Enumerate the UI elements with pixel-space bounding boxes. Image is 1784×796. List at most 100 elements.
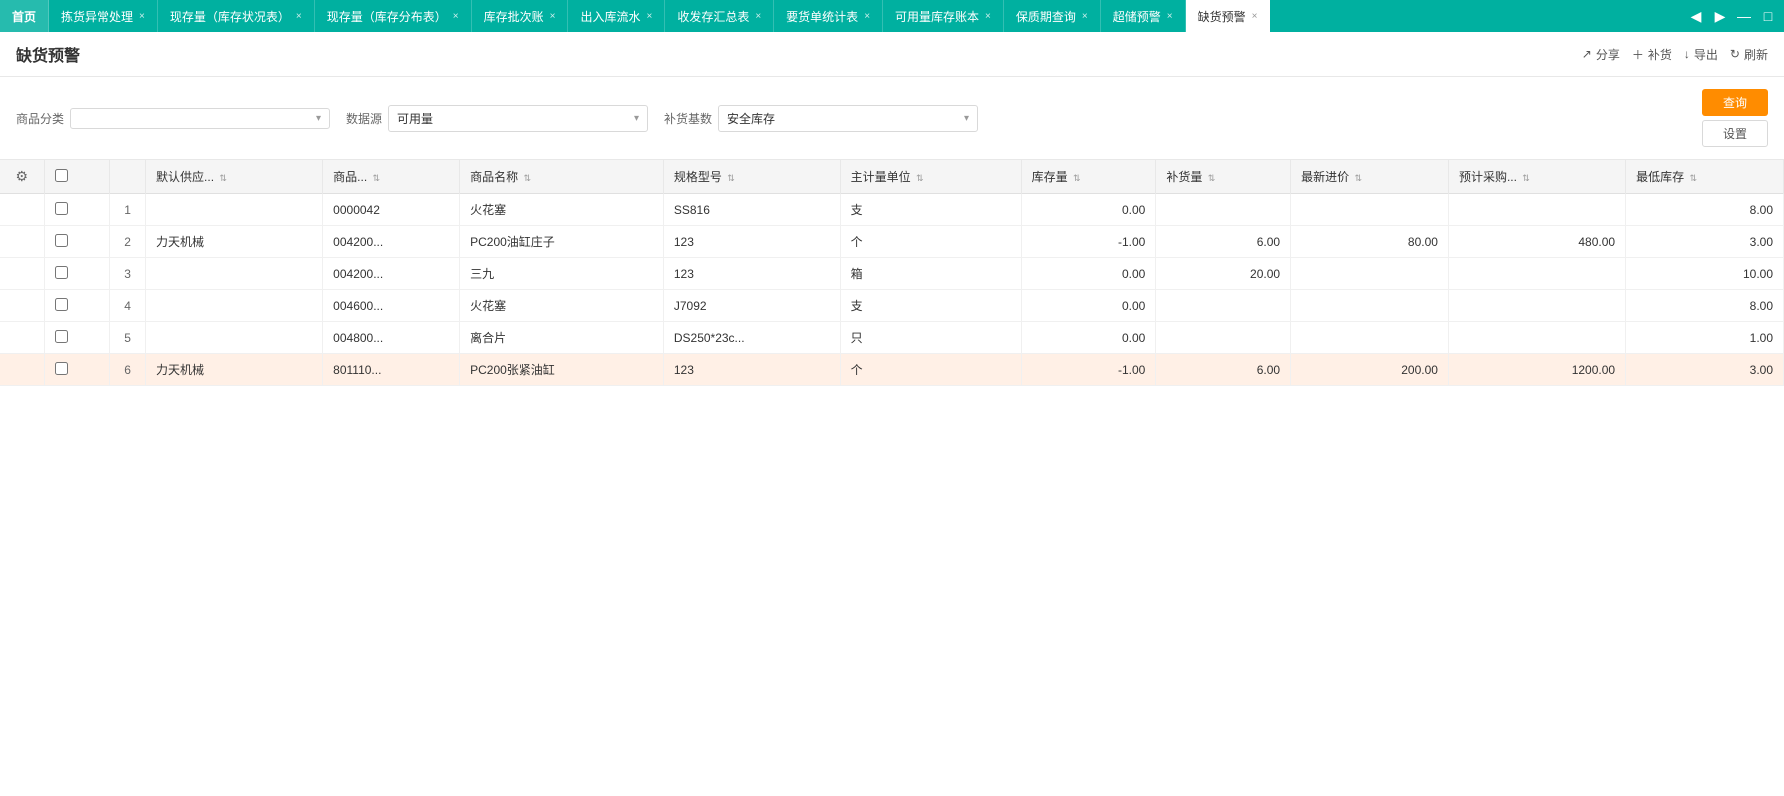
row-checkbox-cell[interactable] — [44, 290, 110, 322]
nav-tab-shortage-warning-close[interactable]: × — [1252, 11, 1258, 22]
refresh-button[interactable]: ↻ 刷新 — [1730, 46, 1768, 63]
th-replenish-qty-label: 补货量 — [1166, 170, 1202, 184]
nav-maximize-button[interactable]: □ — [1756, 4, 1780, 28]
th-est-purchase[interactable]: 预计采购... ⇅ — [1448, 160, 1625, 194]
nav-tab-inventory-dist-close[interactable]: × — [453, 11, 459, 22]
row-checkbox[interactable] — [55, 298, 68, 311]
row-checkbox-cell[interactable] — [44, 322, 110, 354]
row-min-stock: 3.00 — [1626, 354, 1784, 386]
category-filter: 商品分类 ▾ — [16, 108, 330, 129]
nav-tab-abnormal[interactable]: 拣货异常处理 × — [49, 0, 158, 32]
replenish-button[interactable]: ＋ 补货 — [1632, 46, 1672, 63]
nav-tab-expiry-query-close[interactable]: × — [1082, 11, 1088, 22]
row-latest-price — [1291, 290, 1449, 322]
sort-icon-replenish: ⇅ — [1208, 173, 1216, 183]
th-replenish-qty[interactable]: 补货量 ⇅ — [1156, 160, 1291, 194]
th-checkbox — [44, 160, 110, 194]
row-checkbox-cell[interactable] — [44, 226, 110, 258]
nav-tab-requisition-stats[interactable]: 要货单统计表 × — [774, 0, 883, 32]
table-header-row: ⚙ 默认供应... ⇅ 商品... ⇅ 商品名称 — [0, 160, 1784, 194]
category-select[interactable]: ▾ — [70, 108, 330, 129]
th-unit-label: 主计量单位 — [851, 170, 911, 184]
share-icon: ↗ — [1582, 47, 1592, 61]
row-gear-cell — [0, 322, 44, 354]
nav-next-button[interactable]: ▶ — [1708, 4, 1732, 28]
th-product-name[interactable]: 商品名称 ⇅ — [460, 160, 664, 194]
nav-controls: ◀ ▶ — □ — [1684, 4, 1784, 28]
row-stock-qty: -1.00 — [1021, 354, 1156, 386]
datasource-select[interactable]: 可用量 ▾ — [388, 105, 648, 132]
gear-icon[interactable]: ⚙ — [15, 168, 28, 184]
nav-tab-batch-account[interactable]: 库存批次账 × — [472, 0, 569, 32]
row-checkbox[interactable] — [55, 330, 68, 343]
nav-tab-overstock-warning[interactable]: 超储预警 × — [1101, 0, 1186, 32]
row-product-code: 004200... — [323, 258, 460, 290]
nav-tab-inventory-status[interactable]: 现存量（库存状况表） × — [158, 0, 315, 32]
row-min-stock: 3.00 — [1626, 226, 1784, 258]
query-button[interactable]: 查询 — [1702, 89, 1768, 116]
row-checkbox[interactable] — [55, 234, 68, 247]
header-actions: ↗ 分享 ＋ 补货 ↓ 导出 ↻ 刷新 — [1582, 46, 1768, 63]
row-number: 6 — [110, 354, 146, 386]
replenish-base-select[interactable]: 安全库存 ▾ — [718, 105, 978, 132]
row-replenish-qty — [1156, 322, 1291, 354]
th-unit[interactable]: 主计量单位 ⇅ — [840, 160, 1021, 194]
nav-tab-inout-flow-close[interactable]: × — [646, 11, 652, 22]
th-spec-label: 规格型号 — [674, 170, 722, 184]
nav-tab-receive-summary-close[interactable]: × — [755, 11, 761, 22]
row-replenish-qty: 6.00 — [1156, 354, 1291, 386]
row-unit: 只 — [840, 322, 1021, 354]
row-checkbox-cell[interactable] — [44, 258, 110, 290]
nav-tab-inventory-status-close[interactable]: × — [296, 11, 302, 22]
datasource-chevron-icon: ▾ — [634, 113, 639, 124]
nav-tab-receive-summary-label: 收发存汇总表 — [677, 8, 749, 25]
nav-tab-inout-flow[interactable]: 出入库流水 × — [568, 0, 665, 32]
nav-minimize-button[interactable]: — — [1732, 4, 1756, 28]
row-checkbox[interactable] — [55, 202, 68, 215]
nav-tab-overstock-warning-close[interactable]: × — [1167, 11, 1173, 22]
row-stock-qty: -1.00 — [1021, 226, 1156, 258]
nav-tab-receive-summary[interactable]: 收发存汇总表 × — [665, 0, 774, 32]
row-checkbox[interactable] — [55, 266, 68, 279]
nav-tab-available-ledger[interactable]: 可用量库存账本 × — [883, 0, 1004, 32]
replenish-label: 补货 — [1648, 46, 1672, 63]
settings-button[interactable]: 设置 — [1702, 120, 1768, 147]
th-stock-qty[interactable]: 库存量 ⇅ — [1021, 160, 1156, 194]
th-product-code[interactable]: 商品... ⇅ — [323, 160, 460, 194]
nav-tab-abnormal-close[interactable]: × — [139, 11, 145, 22]
th-default-supplier[interactable]: 默认供应... ⇅ — [146, 160, 323, 194]
nav-tab-expiry-query[interactable]: 保质期查询 × — [1004, 0, 1101, 32]
row-est-purchase: 480.00 — [1448, 226, 1625, 258]
select-all-checkbox[interactable] — [55, 169, 68, 182]
th-min-stock[interactable]: 最低库存 ⇅ — [1626, 160, 1784, 194]
th-settings[interactable]: ⚙ — [0, 160, 44, 194]
row-checkbox-cell[interactable] — [44, 194, 110, 226]
share-button[interactable]: ↗ 分享 — [1582, 46, 1620, 63]
nav-tab-requisition-stats-close[interactable]: × — [864, 11, 870, 22]
replenish-base-select-value: 安全库存 — [727, 110, 775, 127]
row-default-supplier — [146, 258, 323, 290]
nav-tab-inventory-dist[interactable]: 现存量（库存分布表） × — [315, 0, 472, 32]
th-latest-price-label: 最新进价 — [1301, 170, 1349, 184]
row-product-name: 火花塞 — [460, 290, 664, 322]
row-product-code: 801110... — [323, 354, 460, 386]
nav-tab-available-ledger-label: 可用量库存账本 — [895, 8, 979, 25]
nav-tab-available-ledger-close[interactable]: × — [985, 11, 991, 22]
share-label: 分享 — [1596, 46, 1620, 63]
th-latest-price[interactable]: 最新进价 ⇅ — [1291, 160, 1449, 194]
row-checkbox[interactable] — [55, 362, 68, 375]
th-spec[interactable]: 规格型号 ⇅ — [663, 160, 840, 194]
th-default-supplier-label: 默认供应... — [156, 170, 214, 184]
row-checkbox-cell[interactable] — [44, 354, 110, 386]
nav-tab-home[interactable]: 首页 — [0, 0, 49, 32]
nav-tab-shortage-warning[interactable]: 缺货预警 × — [1186, 0, 1271, 32]
row-latest-price: 80.00 — [1291, 226, 1449, 258]
replenish-base-filter: 补货基数 安全库存 ▾ — [664, 105, 978, 132]
row-replenish-qty: 20.00 — [1156, 258, 1291, 290]
export-button[interactable]: ↓ 导出 — [1684, 46, 1718, 63]
nav-tab-batch-account-close[interactable]: × — [550, 11, 556, 22]
nav-tab-home-label: 首页 — [12, 8, 36, 25]
filter-area: 商品分类 ▾ 数据源 可用量 ▾ 补货基数 安全库存 ▾ 查询 设置 — [0, 77, 1784, 160]
nav-prev-button[interactable]: ◀ — [1684, 4, 1708, 28]
table-container: ⚙ 默认供应... ⇅ 商品... ⇅ 商品名称 — [0, 160, 1784, 386]
